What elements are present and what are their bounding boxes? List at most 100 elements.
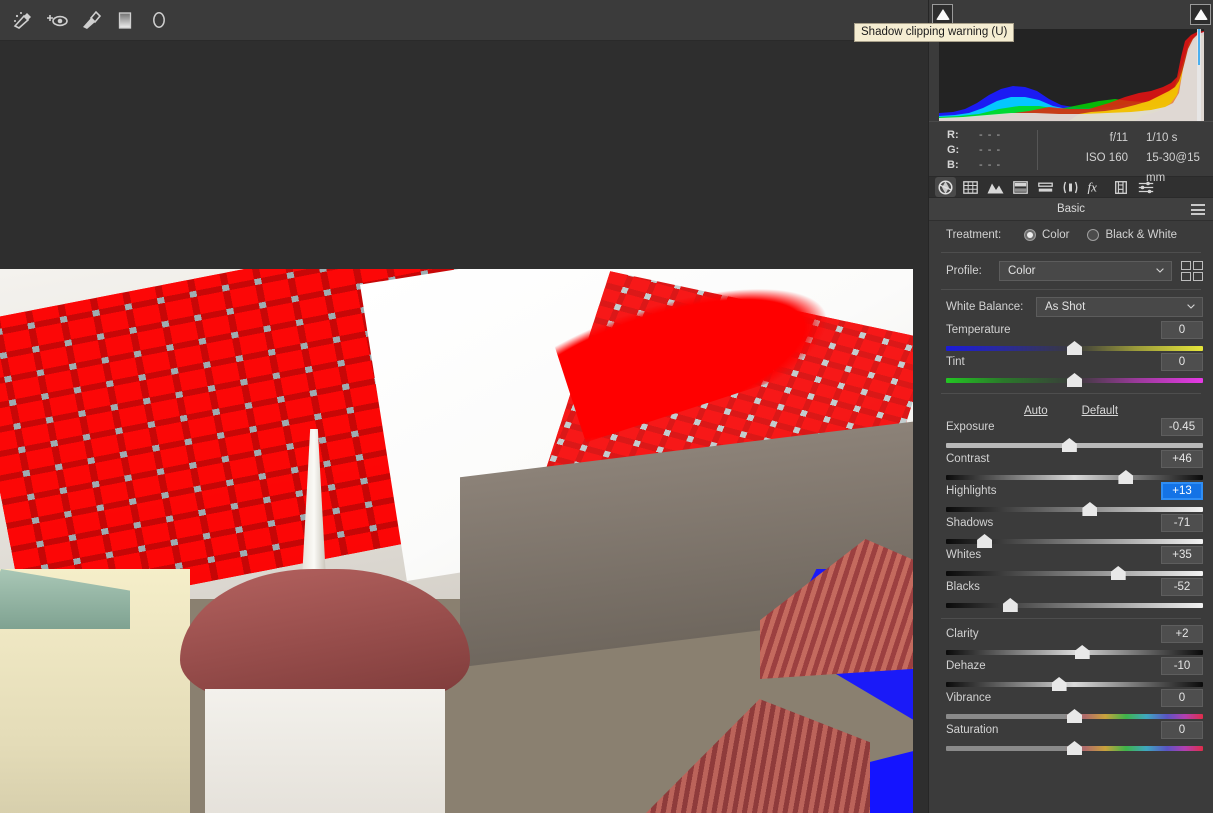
slider-value-shadows[interactable]: -71 <box>1161 514 1203 532</box>
slider-label-dehaze: Dehaze <box>946 660 986 672</box>
default-tone-button[interactable]: Default <box>1082 405 1118 417</box>
photo-gazebo-body <box>205 689 445 813</box>
slider-value-vibrance[interactable]: 0 <box>1161 689 1203 707</box>
slider-value-whites[interactable]: +35 <box>1161 546 1203 564</box>
slider-blacks: Blacks -52 <box>946 578 1203 612</box>
treatment-row: Treatment: Color Black & White <box>929 221 1213 249</box>
slider-track-exposure[interactable] <box>946 438 1203 452</box>
profile-row: Profile: Color <box>929 256 1213 286</box>
slider-track-clarity[interactable] <box>946 645 1203 659</box>
color-grading-panel-icon[interactable] <box>1010 177 1031 197</box>
slider-track-contrast[interactable] <box>946 470 1203 484</box>
slider-label-temperature: Temperature <box>946 324 1011 336</box>
slider-track-highlights[interactable] <box>946 502 1203 516</box>
photo-gazebo <box>150 399 490 813</box>
shadow-clipping-warning-toggle[interactable] <box>932 4 953 25</box>
treatment-option-black-and-white[interactable]: Black & White <box>1087 229 1177 241</box>
slider-label-tint: Tint <box>946 356 965 368</box>
slider-exposure: Exposure -0.45 <box>946 418 1203 452</box>
panel-menu-icon[interactable] <box>1191 204 1205 215</box>
basic-panel-title: Basic <box>1056 203 1086 215</box>
rgb-row-b: B: - - - <box>947 158 1037 173</box>
white-balance-label: White Balance: <box>946 301 1024 313</box>
profile-select[interactable]: Color <box>999 261 1172 281</box>
spot-removal-tool[interactable] <box>8 5 38 35</box>
slider-highlights: Highlights +13 <box>946 482 1203 516</box>
slider-track-saturation[interactable] <box>946 741 1203 755</box>
slider-value-contrast[interactable]: +46 <box>1161 450 1203 468</box>
divider-after-treatment <box>941 252 1201 253</box>
slider-track-whites[interactable] <box>946 566 1203 580</box>
basic-panel-header[interactable]: Basic <box>929 198 1213 221</box>
slider-track-vibrance[interactable] <box>946 709 1203 723</box>
slider-value-clarity[interactable]: +2 <box>1161 625 1203 643</box>
slider-track-tint[interactable] <box>946 373 1203 387</box>
detail-panel-icon[interactable] <box>1035 177 1056 197</box>
photo-gazebo-spire <box>302 429 326 579</box>
histogram[interactable] <box>939 29 1204 121</box>
tone-curve-panel-icon[interactable] <box>960 177 981 197</box>
rgb-value-g: - - - <box>979 144 1002 156</box>
divider-after-tone <box>941 618 1201 619</box>
slider-track-shadows[interactable] <box>946 534 1203 548</box>
slider-value-saturation[interactable]: 0 <box>1161 721 1203 739</box>
tooltip: Shadow clipping warning (U) <box>854 23 1015 42</box>
slider-contrast: Contrast +46 <box>946 450 1203 484</box>
slider-track-temperature[interactable] <box>946 341 1203 355</box>
slider-track-blacks[interactable] <box>946 598 1203 612</box>
shutter-speed-value: 1/10 s <box>1146 132 1178 144</box>
treatment-bw-label: Black & White <box>1105 229 1178 241</box>
slider-value-blacks[interactable]: -52 <box>1161 578 1203 596</box>
red-eye-correction-tool[interactable] <box>42 5 72 35</box>
slider-tint: Tint 0 <box>946 353 1203 387</box>
white-balance-select[interactable]: As Shot <box>1036 297 1203 317</box>
rgb-row-r: R: - - - <box>947 128 1037 143</box>
adjustment-brush-tool[interactable] <box>76 5 106 35</box>
rgb-row-g: G: - - - <box>947 143 1037 158</box>
divider-after-profile <box>941 289 1201 290</box>
rgb-value-b: - - - <box>979 159 1002 171</box>
slider-thumb-blacks[interactable] <box>1002 598 1018 612</box>
photo-red-roof-awning <box>640 699 870 813</box>
slider-value-dehaze[interactable]: -10 <box>1161 657 1203 675</box>
hsl-color-panel-icon[interactable] <box>985 177 1006 197</box>
divider-after-wb <box>941 393 1201 394</box>
slider-value-highlights[interactable]: +13 <box>1161 482 1203 500</box>
info-divider <box>1037 130 1038 170</box>
rgb-label-r: R: <box>947 129 959 141</box>
slider-label-shadows: Shadows <box>946 517 994 529</box>
rgb-readout: R: - - - G: - - - B: - - - <box>947 128 1037 176</box>
slider-thumb-tint[interactable] <box>1067 373 1082 387</box>
slider-label-blacks: Blacks <box>946 581 980 593</box>
image-canvas-area: COCONUT THEATER LITERACY AND IMAGINATION <box>0 0 928 813</box>
highlight-clipping-warning-toggle[interactable] <box>1190 4 1211 25</box>
slider-label-whites: Whites <box>946 549 982 561</box>
histogram-plot <box>939 29 1204 121</box>
slider-value-tint[interactable]: 0 <box>1161 353 1203 371</box>
slider-value-exposure[interactable]: -0.45 <box>1161 418 1203 436</box>
chevron-down-icon <box>1187 304 1195 309</box>
local-adjustment-toolbar <box>0 0 928 41</box>
photo-info-bar: R: - - - G: - - - B: - - - f/11 1/10 s I… <box>929 121 1213 184</box>
slider-label-vibrance: Vibrance <box>946 692 992 704</box>
white-balance-selected-value: As Shot <box>1045 301 1086 313</box>
exif-row-exposure: f/11 1/10 s <box>1082 128 1201 148</box>
slider-saturation: Saturation 0 <box>946 721 1203 755</box>
basic-panel-icon[interactable] <box>935 177 956 197</box>
slider-track-dehaze[interactable] <box>946 677 1203 691</box>
slider-value-temperature[interactable]: 0 <box>1161 321 1203 339</box>
treatment-color-label: Color <box>1042 229 1070 241</box>
radial-filter-tool[interactable] <box>144 5 174 35</box>
graduated-filter-tool[interactable] <box>110 5 140 35</box>
edited-photograph[interactable]: COCONUT THEATER LITERACY AND IMAGINATION <box>0 269 913 813</box>
slider-temperature: Temperature 0 <box>946 321 1203 355</box>
auto-tone-button[interactable]: Auto <box>1024 405 1048 417</box>
profile-browser-button[interactable] <box>1181 261 1203 281</box>
slider-thumb-saturation[interactable] <box>1067 741 1082 755</box>
highlight-clipping-triangle-icon <box>1193 9 1208 20</box>
lightroom-develop-window: COCONUT THEATER LITERACY AND IMAGINATION <box>0 0 1213 813</box>
lens-corrections-panel-icon[interactable] <box>1060 177 1081 197</box>
slider-clarity: Clarity +2 <box>946 625 1203 659</box>
lens-value: 15-30@15 mm <box>1146 152 1200 184</box>
treatment-option-color[interactable]: Color <box>1024 229 1069 241</box>
